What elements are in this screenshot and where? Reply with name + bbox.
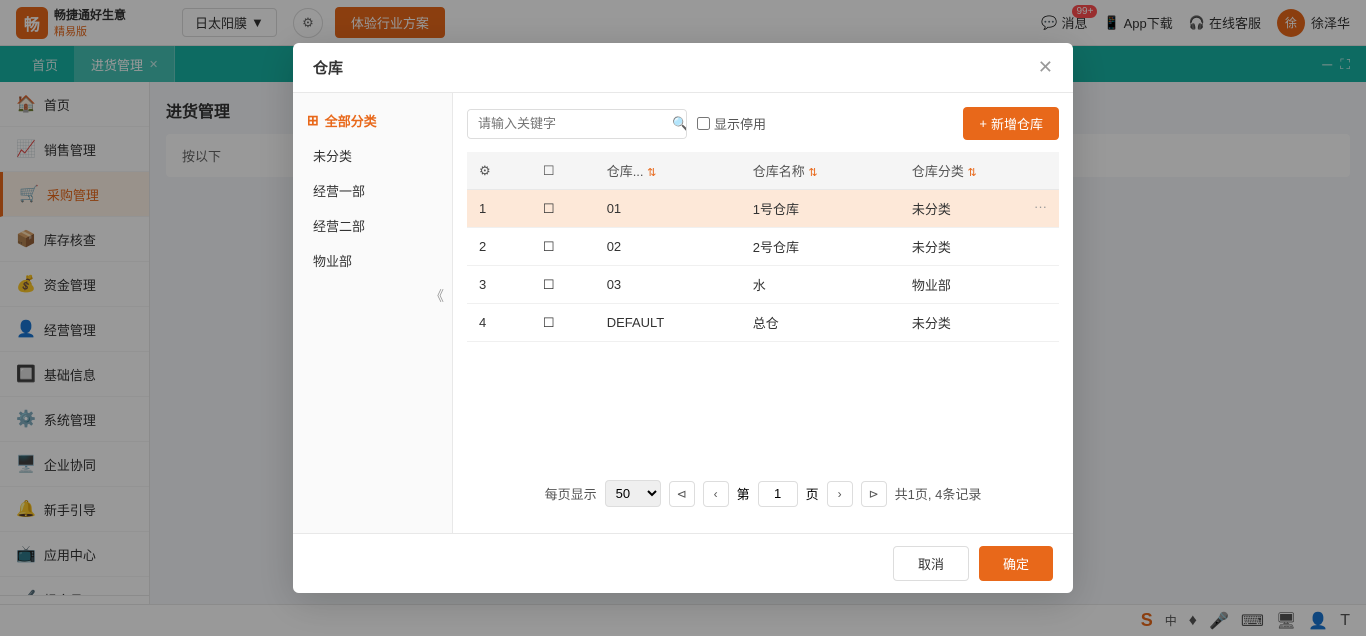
row-index: 3 bbox=[467, 266, 531, 304]
th-code: 仓库... ⇅ bbox=[595, 152, 741, 190]
page-unit: 页 bbox=[806, 484, 819, 503]
modal-title: 仓库 bbox=[313, 57, 343, 78]
row-code: 02 bbox=[595, 228, 741, 266]
page-label: 第 bbox=[737, 484, 750, 503]
grid-icon: ⊞ bbox=[307, 112, 319, 129]
modal-category-sidebar: ⊞ 全部分类 未分类 经营一部 经营二部 物业部 《 bbox=[293, 93, 453, 533]
category-item-ops1[interactable]: 经营一部 bbox=[293, 173, 452, 208]
sort-category-icon: ⇅ bbox=[967, 167, 976, 179]
category-item-ops2[interactable]: 经营二部 bbox=[293, 208, 452, 243]
warehouse-modal: 仓库 ✕ ⊞ 全部分类 未分类 经营一部 经营二部 bbox=[293, 43, 1073, 593]
row-code: DEFAULT bbox=[595, 304, 741, 342]
row-more-btn[interactable]: ··· bbox=[1034, 199, 1047, 214]
search-icon-btn[interactable]: 🔍 bbox=[664, 110, 687, 138]
th-name: 仓库名称 ⇅ bbox=[741, 152, 900, 190]
warehouse-table: ⚙ ☐ 仓库... ⇅ 仓库名称 ⇅ bbox=[467, 152, 1059, 342]
row-index: 2 bbox=[467, 228, 531, 266]
row-checkbox: ☐ bbox=[531, 228, 595, 266]
per-page-select[interactable]: 50 20 100 bbox=[605, 480, 661, 507]
sidebar-collapse-area: 《 bbox=[293, 278, 452, 314]
modal-main: 🔍 显示停用 + 新增仓库 bbox=[453, 93, 1073, 533]
modal-close-btn[interactable]: ✕ bbox=[1038, 57, 1053, 78]
all-category-header[interactable]: ⊞ 全部分类 bbox=[293, 103, 452, 138]
confirm-btn[interactable]: 确定 bbox=[979, 546, 1053, 581]
row-code: 01 bbox=[595, 190, 741, 228]
table-body: 1 ☐ 01 1号仓库 未分类 ··· 2 bbox=[467, 190, 1059, 342]
row-category: 未分类 bbox=[900, 228, 1059, 266]
sort-code-icon: ⇅ bbox=[647, 167, 656, 179]
show-disabled-wrap: 显示停用 bbox=[697, 114, 766, 133]
collapse-arrow-icon[interactable]: 《 bbox=[430, 286, 444, 306]
modal-body: ⊞ 全部分类 未分类 经营一部 经营二部 物业部 《 bbox=[293, 93, 1073, 533]
page-next-btn[interactable]: › bbox=[827, 481, 853, 507]
search-input[interactable] bbox=[468, 110, 664, 137]
plus-icon: + bbox=[979, 116, 987, 131]
row-index: 1 bbox=[467, 190, 531, 228]
page-input[interactable] bbox=[758, 481, 798, 507]
pagination-bar: 每页显示 50 20 100 ⊲ ‹ 第 页 › ⊳ 共1页, 4条记录 bbox=[467, 468, 1059, 519]
row-name: 总仓 bbox=[741, 304, 900, 342]
row-category: 物业部 bbox=[900, 266, 1059, 304]
cancel-btn[interactable]: 取消 bbox=[893, 546, 969, 581]
row-category: 未分类 ··· bbox=[900, 190, 1059, 228]
page-last-btn[interactable]: ⊳ bbox=[861, 481, 887, 507]
th-gear: ⚙ bbox=[467, 152, 531, 190]
row-category: 未分类 bbox=[900, 304, 1059, 342]
show-disabled-checkbox[interactable] bbox=[697, 117, 710, 130]
modal-footer: 取消 确定 bbox=[293, 533, 1073, 593]
page-prev-btn[interactable]: ‹ bbox=[703, 481, 729, 507]
table-row[interactable]: 1 ☐ 01 1号仓库 未分类 ··· bbox=[467, 190, 1059, 228]
row-checkbox: ☐ bbox=[531, 266, 595, 304]
row-index: 4 bbox=[467, 304, 531, 342]
th-checkbox: ☐ bbox=[531, 152, 595, 190]
per-page-label: 每页显示 bbox=[545, 484, 597, 503]
page-first-btn[interactable]: ⊲ bbox=[669, 481, 695, 507]
category-item-property[interactable]: 物业部 bbox=[293, 243, 452, 278]
category-item-unclassified[interactable]: 未分类 bbox=[293, 138, 452, 173]
page-total: 共1页, 4条记录 bbox=[895, 484, 982, 503]
add-warehouse-btn[interactable]: + 新增仓库 bbox=[963, 107, 1059, 140]
sort-name-icon: ⇅ bbox=[808, 167, 817, 179]
row-name: 水 bbox=[741, 266, 900, 304]
row-name: 1号仓库 bbox=[741, 190, 900, 228]
table-container: ⚙ ☐ 仓库... ⇅ 仓库名称 ⇅ bbox=[467, 152, 1059, 468]
modal-overlay: 仓库 ✕ ⊞ 全部分类 未分类 经营一部 经营二部 bbox=[0, 0, 1366, 636]
table-row[interactable]: 4 ☐ DEFAULT 总仓 未分类 bbox=[467, 304, 1059, 342]
row-name: 2号仓库 bbox=[741, 228, 900, 266]
modal-header: 仓库 ✕ bbox=[293, 43, 1073, 93]
row-checkbox: ☐ bbox=[531, 190, 595, 228]
row-code: 03 bbox=[595, 266, 741, 304]
table-row[interactable]: 3 ☐ 03 水 物业部 bbox=[467, 266, 1059, 304]
table-row[interactable]: 2 ☐ 02 2号仓库 未分类 bbox=[467, 228, 1059, 266]
row-checkbox: ☐ bbox=[531, 304, 595, 342]
table-header: ⚙ ☐ 仓库... ⇅ 仓库名称 ⇅ bbox=[467, 152, 1059, 190]
modal-toolbar: 🔍 显示停用 + 新增仓库 bbox=[467, 107, 1059, 140]
th-category: 仓库分类 ⇅ bbox=[900, 152, 1059, 190]
search-input-wrap: 🔍 bbox=[467, 109, 687, 139]
